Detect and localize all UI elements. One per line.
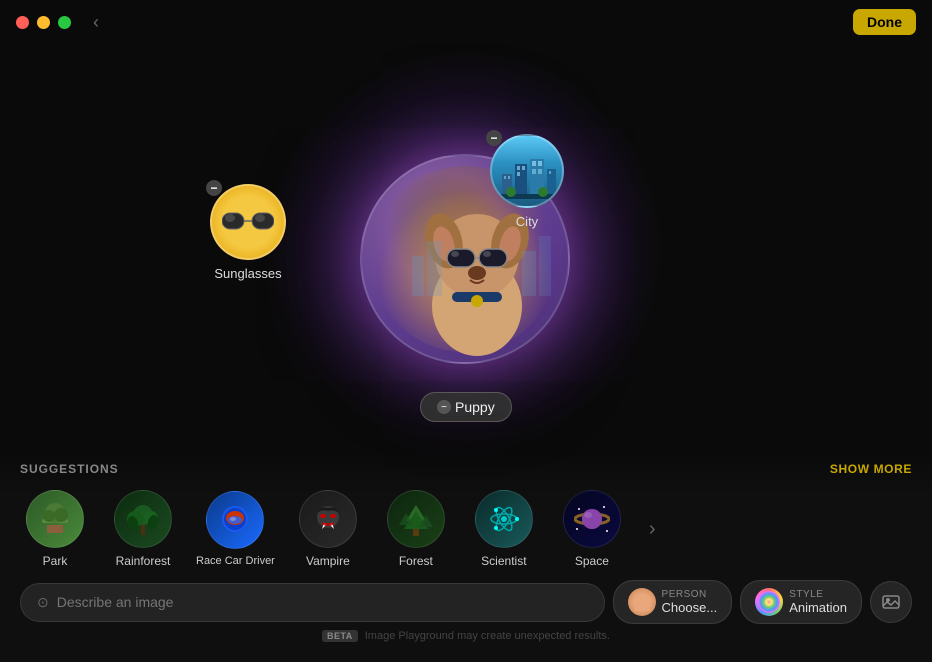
suggestions-header: SUGGESTIONS SHOW MORE (20, 452, 912, 476)
scientist-icon (475, 490, 533, 548)
search-icon: ⊙ (37, 594, 49, 611)
rainforest-label: Rainforest (116, 554, 171, 568)
photo-library-button[interactable] (870, 581, 912, 623)
bottom-panel: SUGGESTIONS SHOW MORE Park (0, 452, 932, 662)
suggestion-forest[interactable]: Forest (381, 490, 451, 568)
search-bar[interactable]: ⊙ (20, 583, 605, 622)
traffic-lights (16, 16, 71, 29)
city-label: City (516, 214, 538, 229)
bottom-toolbar: ⊙ PERSON Choose... (20, 580, 912, 624)
puppy-label: Puppy (455, 399, 495, 415)
race-car-driver-label: Race Car Driver (196, 555, 275, 567)
rainforest-icon (114, 490, 172, 548)
suggestions-row: Park Rainforest (20, 490, 912, 568)
person-btn-text: PERSON Choose... (662, 589, 718, 615)
city-image (490, 134, 564, 208)
person-value: Choose... (662, 600, 718, 615)
beta-text: Image Playground may create unexpected r… (365, 630, 610, 642)
beta-badge: BETA (322, 630, 358, 642)
suggestion-park[interactable]: Park (20, 490, 90, 568)
back-button[interactable]: ‹ (93, 12, 99, 33)
suggestion-space[interactable]: Space (557, 490, 627, 568)
done-button[interactable]: Done (853, 9, 916, 35)
sunglasses-label: Sunglasses (214, 266, 281, 281)
style-label: STYLE (789, 589, 847, 600)
style-value: Animation (789, 600, 847, 615)
puppy-remove-button[interactable]: − (437, 400, 451, 414)
maximize-button[interactable] (58, 16, 71, 29)
beta-footer: BETA Image Playground may create unexpec… (20, 630, 912, 642)
puppy-tag[interactable]: − Puppy (420, 392, 512, 422)
suggestions-next-button[interactable]: › (649, 518, 656, 541)
style-btn-text: STYLE Animation (789, 589, 847, 615)
city-remove-button[interactable]: − (486, 130, 502, 146)
person-label: PERSON (662, 589, 718, 600)
canvas-area: − Sunglasses − (0, 44, 932, 494)
style-icon (755, 588, 783, 616)
space-icon (563, 490, 621, 548)
park-icon (26, 490, 84, 548)
suggestion-scientist[interactable]: Scientist (469, 490, 539, 568)
show-more-button[interactable]: SHOW MORE (830, 462, 912, 476)
minimize-button[interactable] (37, 16, 50, 29)
scientist-label: Scientist (481, 554, 526, 568)
titlebar: ‹ Done (0, 0, 932, 44)
person-button[interactable]: PERSON Choose... (613, 580, 733, 624)
style-button[interactable]: STYLE Animation (740, 580, 862, 624)
puppy-pill[interactable]: − Puppy (420, 392, 512, 422)
image-describe-input[interactable] (57, 594, 588, 610)
suggestions-label: SUGGESTIONS (20, 462, 119, 476)
sunglasses-tag[interactable]: − Sunglasses (210, 184, 286, 281)
close-button[interactable] (16, 16, 29, 29)
suggestion-vampire[interactable]: Vampire (293, 490, 363, 568)
park-label: Park (43, 554, 68, 568)
vampire-label: Vampire (306, 554, 350, 568)
suggestion-rainforest[interactable]: Rainforest (108, 490, 178, 568)
sunglasses-remove-button[interactable]: − (206, 180, 222, 196)
space-label: Space (575, 554, 609, 568)
person-icon (628, 588, 656, 616)
suggestion-race-car-driver[interactable]: Race Car Driver (196, 491, 275, 567)
forest-icon (387, 490, 445, 548)
vampire-icon (299, 490, 357, 548)
sunglasses-image (210, 184, 286, 260)
city-tag[interactable]: − (490, 134, 564, 229)
forest-label: Forest (399, 554, 433, 568)
race-car-driver-icon (206, 491, 264, 549)
